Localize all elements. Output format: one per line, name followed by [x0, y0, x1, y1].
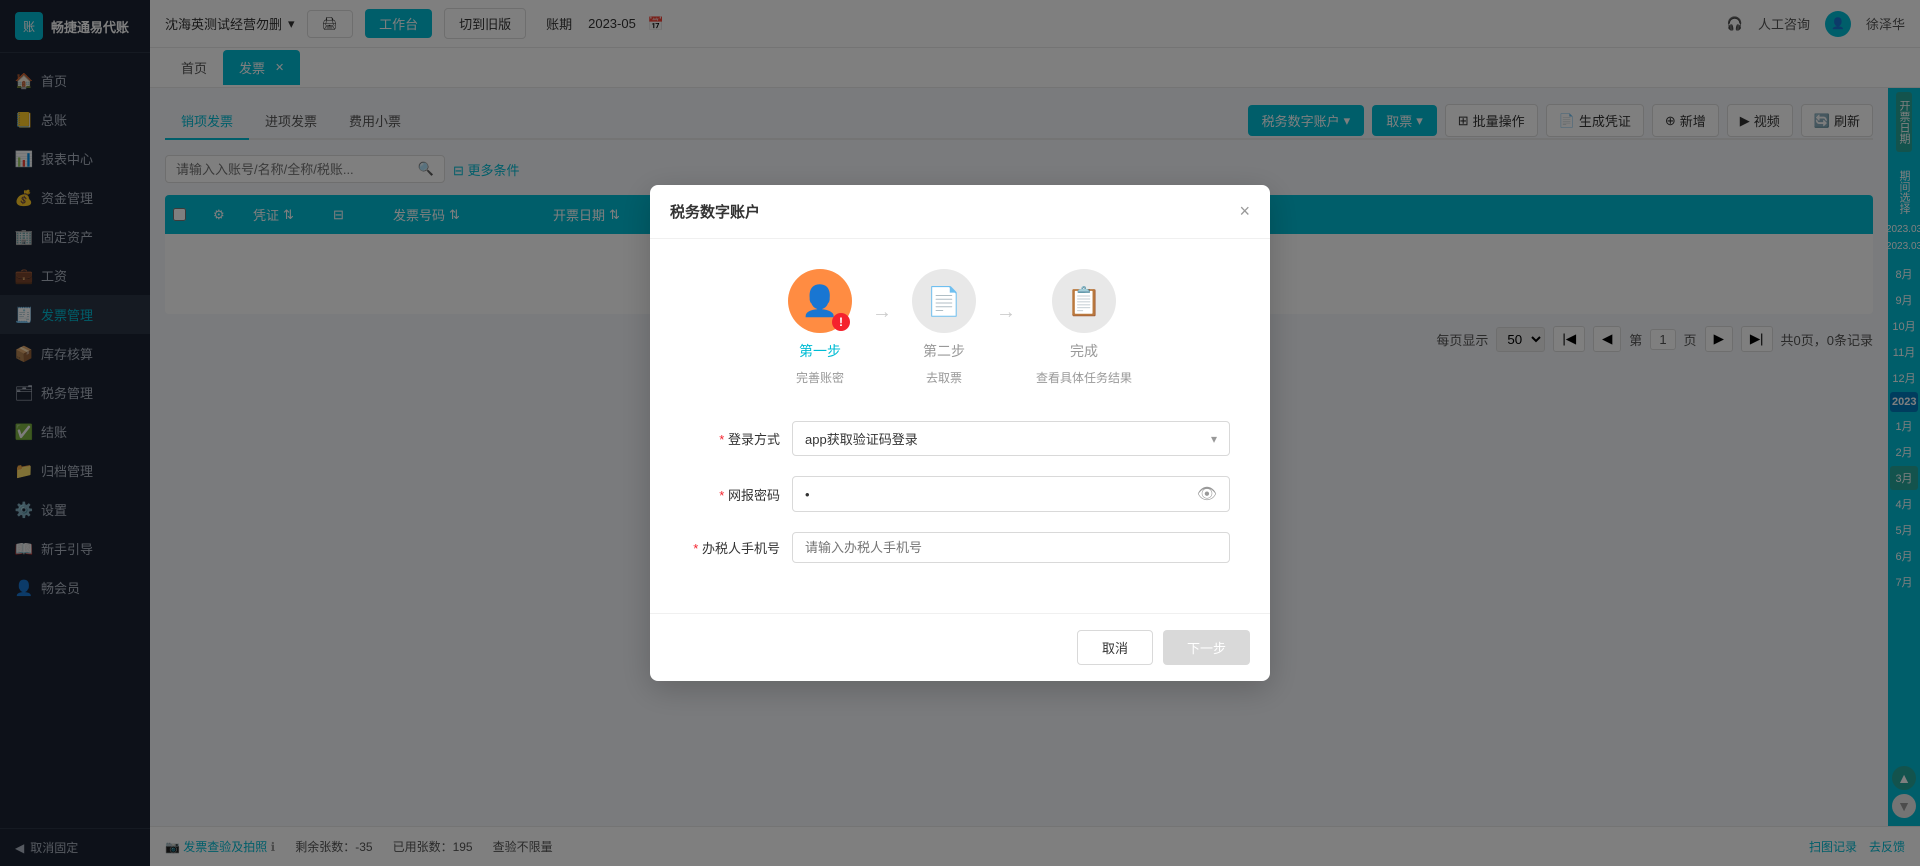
password-row: * 网报密码 👁: [690, 476, 1230, 512]
step-1: 👤 ! 第一步 完善账密: [788, 269, 852, 386]
cancel-button[interactable]: 取消: [1077, 630, 1153, 665]
steps-indicator: 👤 ! 第一步 完善账密 → 📄 第二步 去取票 →: [690, 269, 1230, 386]
tax-digital-modal: 税务数字账户 × 👤 ! 第一步 完善账密 →: [650, 185, 1270, 681]
password-required: *: [719, 488, 724, 503]
modal-body: 👤 ! 第一步 完善账密 → 📄 第二步 去取票 →: [650, 239, 1270, 613]
step3-icon: 📋: [1067, 285, 1102, 318]
phone-input[interactable]: [792, 532, 1230, 563]
step1-label: 第一步: [799, 341, 841, 361]
step-3: 📋 完成 查看具体任务结果: [1036, 269, 1132, 386]
step1-icon: 👤: [801, 284, 838, 319]
step3-label: 完成: [1070, 341, 1098, 361]
step3-desc: 查看具体任务结果: [1036, 369, 1132, 386]
step2-icon: 📄: [927, 285, 962, 318]
eye-icon[interactable]: 👁: [1197, 484, 1217, 504]
password-control: 👁: [792, 476, 1230, 512]
modal-footer: 取消 下一步: [650, 613, 1270, 681]
step1-desc: 完善账密: [796, 369, 844, 386]
phone-required: *: [693, 541, 698, 556]
modal-title: 税务数字账户: [670, 201, 760, 222]
step-arrow-1: →: [872, 301, 892, 324]
step2-icon-wrap: 📄: [912, 269, 976, 333]
login-method-value: app获取验证码登录: [805, 429, 918, 448]
login-method-select[interactable]: app获取验证码登录 ▾: [792, 421, 1230, 456]
login-method-control: app获取验证码登录 ▾: [792, 421, 1230, 456]
login-method-label: * 登录方式: [690, 429, 780, 448]
login-method-row: * 登录方式 app获取验证码登录 ▾: [690, 421, 1230, 456]
step-2: 📄 第二步 去取票: [912, 269, 976, 386]
step1-badge: !: [832, 313, 850, 331]
step1-icon-wrap: 👤 !: [788, 269, 852, 333]
modal-close-button[interactable]: ×: [1239, 201, 1250, 222]
phone-control: [792, 532, 1230, 563]
select-arrow-icon: ▾: [1211, 432, 1217, 446]
login-method-required: *: [719, 432, 724, 447]
step2-label: 第二步: [923, 341, 965, 361]
step2-desc: 去取票: [926, 369, 962, 386]
password-input[interactable]: [805, 487, 1197, 502]
phone-row: * 办税人手机号: [690, 532, 1230, 563]
password-label: * 网报密码: [690, 485, 780, 504]
step3-icon-wrap: 📋: [1052, 269, 1116, 333]
phone-label: * 办税人手机号: [690, 538, 780, 557]
step-arrow-2: →: [996, 301, 1016, 324]
next-button[interactable]: 下一步: [1163, 630, 1250, 665]
modal-overlay[interactable]: 税务数字账户 × 👤 ! 第一步 完善账密 →: [0, 0, 1920, 866]
password-input-wrap: 👁: [792, 476, 1230, 512]
modal-header: 税务数字账户 ×: [650, 185, 1270, 239]
